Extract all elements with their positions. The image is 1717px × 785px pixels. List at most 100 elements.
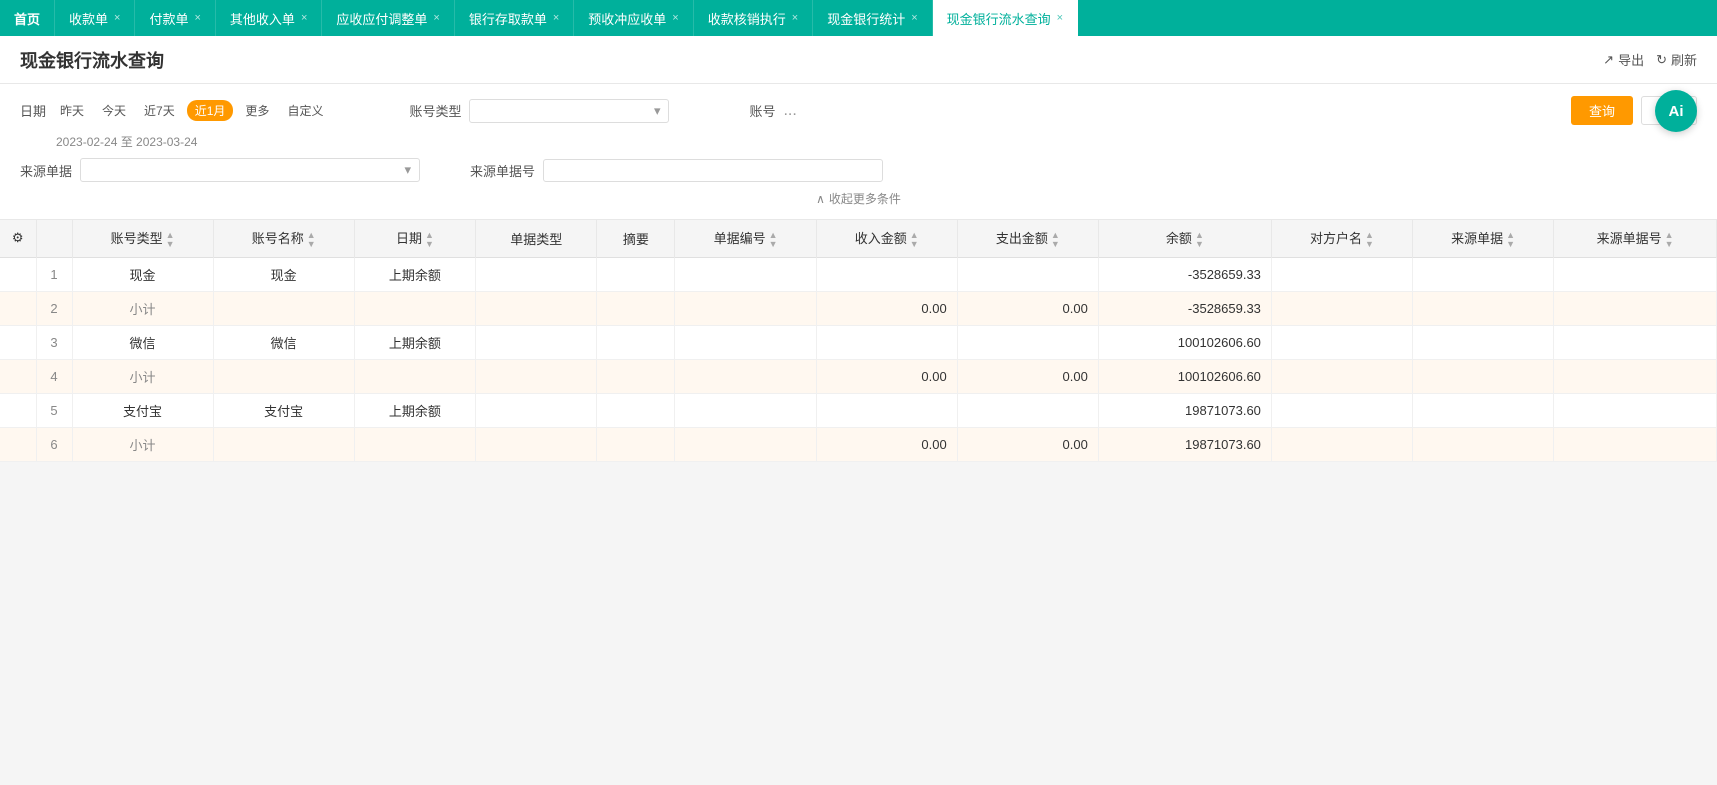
date-btn-自定义[interactable]: 自定义 <box>281 100 329 121</box>
close-icon[interactable]: × <box>301 12 307 24</box>
col-header-date[interactable]: 日期▲▼ <box>354 220 475 257</box>
cell-account-name <box>213 359 354 393</box>
header-actions: ↗ 导出 ↻ 刷新 <box>1603 50 1697 69</box>
account-type-label: 账号类型 <box>409 101 461 120</box>
sort-icon-income: ▲▼ <box>910 231 919 249</box>
cell-gear <box>0 291 36 325</box>
source-voucher-no-input[interactable] <box>543 159 883 182</box>
refresh-button[interactable]: ↻ 刷新 <box>1656 50 1697 69</box>
cell-source-voucher <box>1413 359 1554 393</box>
gear-icon[interactable]: ⚙ <box>12 230 24 245</box>
col-header-voucher-type: 单据类型 <box>476 220 597 257</box>
col-header-row-num <box>36 220 72 257</box>
col-header-voucher-no[interactable]: 单据编号▲▼ <box>675 220 816 257</box>
cell-balance: 100102606.60 <box>1098 325 1271 359</box>
col-header-account-name[interactable]: 账号名称▲▼ <box>213 220 354 257</box>
nav-tab-label: 其他收入单 <box>230 9 295 28</box>
cell-summary <box>597 427 675 461</box>
cell-gear <box>0 393 36 427</box>
close-icon[interactable]: × <box>433 12 439 24</box>
cell-voucher-no <box>675 325 816 359</box>
cell-expense <box>957 257 1098 291</box>
cell-account-type: 支付宝 <box>72 393 213 427</box>
table-row: 6小计0.000.0019871073.60 <box>0 427 1717 461</box>
nav-tab-prepay-offset[interactable]: 预收冲应收单× <box>574 0 693 36</box>
data-table: ⚙账号类型▲▼账号名称▲▼日期▲▼单据类型摘要单据编号▲▼收入金额▲▼支出金额▲… <box>0 220 1717 462</box>
nav-tab-cash-bank-stat[interactable]: 现金银行统计× <box>813 0 932 36</box>
nav-tab-receipt[interactable]: 收款单 × <box>55 0 135 36</box>
source-voucher-select[interactable]: ▾ <box>80 158 420 182</box>
cell-source-voucher <box>1413 291 1554 325</box>
col-header-account-type[interactable]: 账号类型▲▼ <box>72 220 213 257</box>
table-row: 1现金现金上期余额-3528659.33 <box>0 257 1717 291</box>
nav-tab-collect-exec[interactable]: 收款核销执行× <box>694 0 813 36</box>
cell-account-name: 微信 <box>213 325 354 359</box>
close-icon[interactable]: × <box>792 12 798 24</box>
cell-voucher-no <box>675 393 816 427</box>
cell-expense: 0.00 <box>957 427 1098 461</box>
close-icon[interactable]: × <box>911 12 917 24</box>
col-header-expense[interactable]: 支出金额▲▼ <box>957 220 1098 257</box>
source-voucher-chevron-icon: ▾ <box>404 162 411 178</box>
close-icon[interactable]: × <box>1057 12 1063 24</box>
sort-icon-source-voucher: ▲▼ <box>1506 231 1515 249</box>
table-body: 1现金现金上期余额-3528659.332小计0.000.00-3528659.… <box>0 257 1717 461</box>
close-icon[interactable]: × <box>672 12 678 24</box>
cell-date <box>354 427 475 461</box>
cell-account-type: 微信 <box>72 325 213 359</box>
cell-voucher-no <box>675 359 816 393</box>
account-type-select[interactable]: ▾ <box>469 99 669 123</box>
nav-tab-receivable-adjust[interactable]: 应收应付调整单 × <box>322 0 454 36</box>
nav-tab-label: 收款单 <box>69 9 108 28</box>
nav-tab-home[interactable]: 首页 <box>0 0 55 36</box>
cell-source-voucher-no <box>1554 427 1717 461</box>
cell-date <box>354 291 475 325</box>
close-icon[interactable]: × <box>553 12 559 24</box>
cell-row-num: 2 <box>36 291 72 325</box>
close-icon[interactable]: × <box>194 12 200 24</box>
cell-expense <box>957 393 1098 427</box>
date-btn-昨天[interactable]: 昨天 <box>54 100 90 121</box>
cell-counterparty <box>1271 359 1412 393</box>
close-icon[interactable]: × <box>114 12 120 24</box>
date-btn-今天[interactable]: 今天 <box>96 100 132 121</box>
col-header-counterparty[interactable]: 对方户名▲▼ <box>1271 220 1412 257</box>
filter-row-2: 来源单据 ▾ 来源单据号 <box>20 158 1697 182</box>
sort-icon-voucher-no: ▲▼ <box>769 231 778 249</box>
export-button[interactable]: ↗ 导出 <box>1603 50 1644 69</box>
account-dots[interactable]: ... <box>783 102 796 120</box>
cell-voucher-type <box>476 393 597 427</box>
cell-voucher-type <box>476 359 597 393</box>
nav-tab-bank-deposit[interactable]: 银行存取款单× <box>455 0 574 36</box>
date-btn-近1月[interactable]: 近1月 <box>187 100 234 121</box>
cell-account-name: 现金 <box>213 257 354 291</box>
date-btn-更多[interactable]: 更多 <box>239 100 275 121</box>
col-header-source-voucher-no[interactable]: 来源单据号▲▼ <box>1554 220 1717 257</box>
cell-gear <box>0 325 36 359</box>
cell-counterparty <box>1271 393 1412 427</box>
col-header-balance[interactable]: 余额▲▼ <box>1098 220 1271 257</box>
nav-tab-label: 应收应付调整单 <box>336 9 427 28</box>
table-header: ⚙账号类型▲▼账号名称▲▼日期▲▼单据类型摘要单据编号▲▼收入金额▲▼支出金额▲… <box>0 220 1717 257</box>
ai-assistant-button[interactable]: Ai <box>1655 90 1697 132</box>
date-btn-近7天[interactable]: 近7天 <box>138 100 181 121</box>
col-header-source-voucher[interactable]: 来源单据▲▼ <box>1413 220 1554 257</box>
cell-source-voucher-no <box>1554 393 1717 427</box>
collapse-bar[interactable]: ∧ 收起更多条件 <box>20 190 1697 207</box>
col-header-income[interactable]: 收入金额▲▼ <box>816 220 957 257</box>
cell-summary <box>597 393 675 427</box>
table-row: 4小计0.000.00100102606.60 <box>0 359 1717 393</box>
cell-voucher-no <box>675 427 816 461</box>
source-voucher-no-filter-group: 来源单据号 <box>470 159 883 182</box>
table-row: 5支付宝支付宝上期余额19871073.60 <box>0 393 1717 427</box>
nav-tab-payment[interactable]: 付款单× <box>135 0 215 36</box>
cell-source-voucher-no <box>1554 291 1717 325</box>
nav-tab-other-income[interactable]: 其他收入单 × <box>216 0 322 36</box>
cell-expense: 0.00 <box>957 359 1098 393</box>
cell-account-type: 现金 <box>72 257 213 291</box>
query-button[interactable]: 查询 <box>1571 96 1633 125</box>
filter-row-1: 日期 昨天今天近7天近1月更多自定义 账号类型 ▾ 账号 ... 查询 设置 <box>20 96 1697 125</box>
cell-source-voucher-no <box>1554 325 1717 359</box>
export-icon: ↗ <box>1603 52 1614 68</box>
nav-tab-cash-bank-flow[interactable]: 现金银行流水查询× <box>933 0 1078 36</box>
